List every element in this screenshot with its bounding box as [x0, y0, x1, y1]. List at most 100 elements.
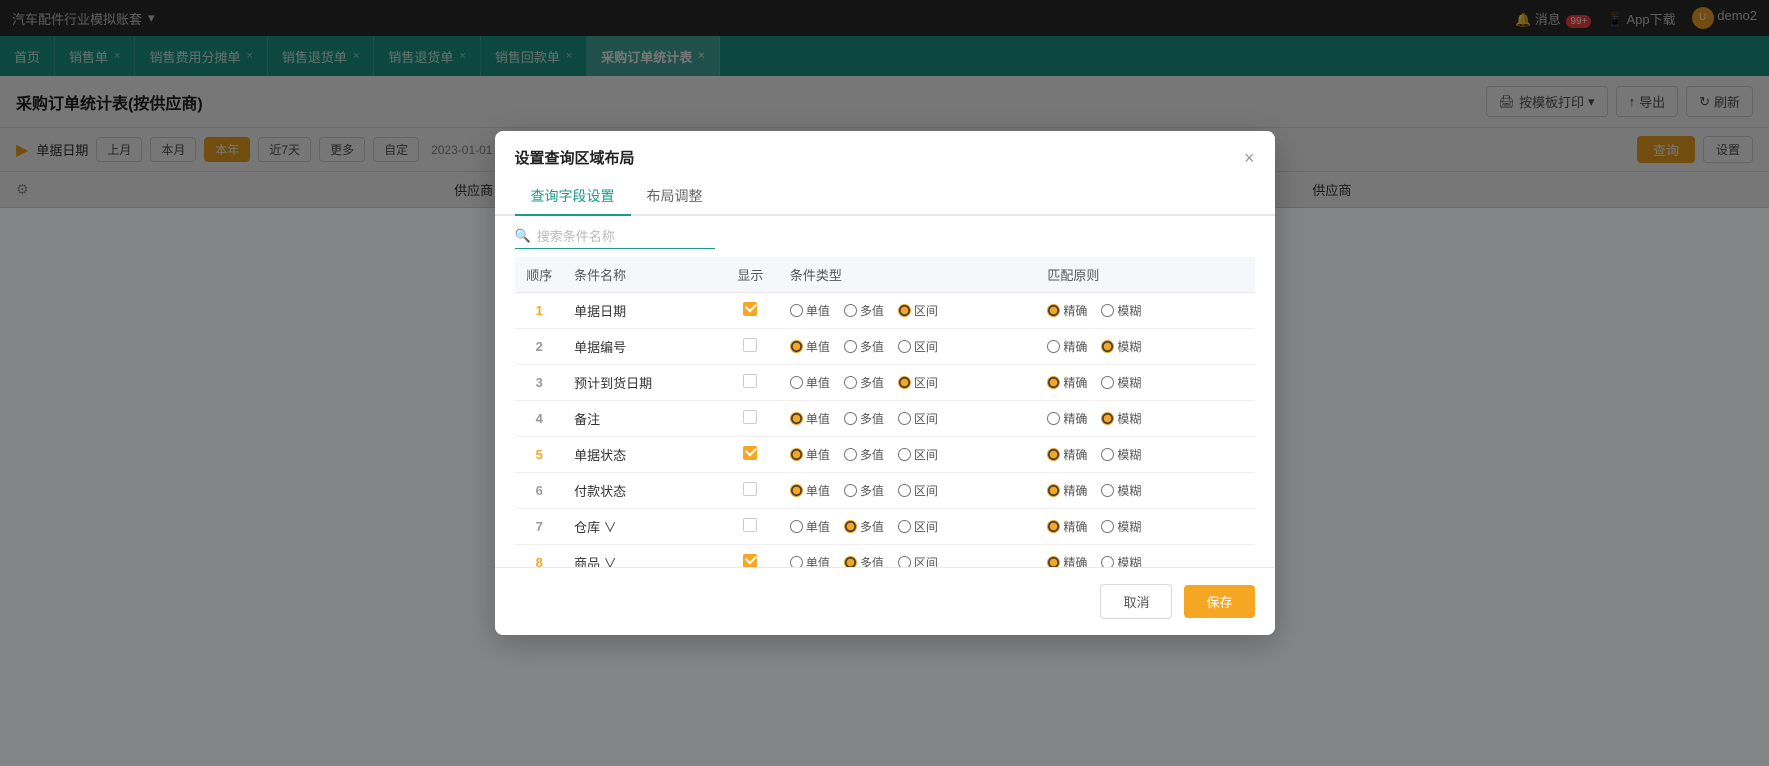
match-radio-label[interactable]: 精确 [1047, 446, 1087, 463]
match-radio-input[interactable] [1047, 520, 1060, 533]
row-type-cell: 单值多值区间 [780, 401, 1037, 437]
type-radio-input[interactable] [898, 520, 911, 533]
match-radio-input[interactable] [1101, 484, 1114, 497]
match-radio-input[interactable] [1047, 448, 1060, 461]
match-radio-label[interactable]: 模糊 [1101, 374, 1141, 391]
type-radio-label[interactable]: 多值 [844, 554, 884, 567]
type-radio-label[interactable]: 多值 [844, 338, 884, 355]
tab-query-fields[interactable]: 查询字段设置 [515, 178, 631, 216]
type-radio-label[interactable]: 多值 [844, 482, 884, 499]
modal-close-button[interactable]: × [1244, 149, 1255, 167]
type-radio-input[interactable] [898, 412, 911, 425]
type-radio-label[interactable]: 多值 [844, 410, 884, 427]
match-radio-input[interactable] [1047, 304, 1060, 317]
type-radio-input[interactable] [844, 556, 857, 567]
type-radio-input[interactable] [844, 448, 857, 461]
match-radio-label[interactable]: 模糊 [1101, 554, 1141, 567]
display-checkbox[interactable] [743, 554, 757, 567]
type-radio-input[interactable] [898, 448, 911, 461]
display-checkbox[interactable] [743, 338, 757, 352]
type-radio-input[interactable] [790, 520, 803, 533]
match-radio-label[interactable]: 模糊 [1101, 518, 1141, 535]
match-radio-input[interactable] [1047, 412, 1060, 425]
match-radio-label[interactable]: 精确 [1047, 338, 1087, 355]
type-radio-input[interactable] [844, 304, 857, 317]
tab-layout-adjust[interactable]: 布局调整 [631, 178, 719, 216]
type-radio-input[interactable] [790, 556, 803, 567]
match-radio-input[interactable] [1101, 520, 1114, 533]
type-radio-input[interactable] [844, 520, 857, 533]
type-radio-label[interactable]: 单值 [790, 374, 830, 391]
match-radio-label[interactable]: 模糊 [1101, 482, 1141, 499]
type-radio-input[interactable] [844, 340, 857, 353]
display-checkbox[interactable] [743, 482, 757, 496]
match-radio-input[interactable] [1047, 484, 1060, 497]
type-radio-label[interactable]: 多值 [844, 446, 884, 463]
match-radio-label[interactable]: 模糊 [1101, 410, 1141, 427]
type-radio-label[interactable]: 多值 [844, 374, 884, 391]
display-checkbox[interactable] [743, 446, 757, 460]
match-radio-input[interactable] [1101, 340, 1114, 353]
match-radio-label[interactable]: 精确 [1047, 410, 1087, 427]
match-radio-label[interactable]: 精确 [1047, 482, 1087, 499]
type-radio-label[interactable]: 区间 [898, 446, 938, 463]
type-radio-label[interactable]: 区间 [898, 482, 938, 499]
type-radio-input[interactable] [790, 412, 803, 425]
type-radio-label[interactable]: 单值 [790, 302, 830, 319]
conditions-table-scroll[interactable]: 顺序 条件名称 显示 条件类型 匹配原则 1单据日期单值多值区间精确模糊2单据编… [515, 257, 1255, 567]
match-radio-label[interactable]: 模糊 [1101, 302, 1141, 319]
display-checkbox[interactable] [743, 374, 757, 388]
type-radio-label[interactable]: 单值 [790, 518, 830, 535]
type-radio-input[interactable] [898, 556, 911, 567]
match-radio-label[interactable]: 模糊 [1101, 338, 1141, 355]
type-radio-label[interactable]: 单值 [790, 554, 830, 567]
row-order: 3 [515, 365, 565, 401]
type-radio-label[interactable]: 多值 [844, 302, 884, 319]
cancel-button[interactable]: 取消 [1100, 584, 1172, 619]
type-radio-option-label: 单值 [806, 302, 830, 319]
type-radio-label[interactable]: 区间 [898, 518, 938, 535]
type-radio-label[interactable]: 区间 [898, 338, 938, 355]
display-checkbox[interactable] [743, 302, 757, 316]
type-radio-input[interactable] [898, 376, 911, 389]
match-radio-input[interactable] [1047, 376, 1060, 389]
type-radio-label[interactable]: 区间 [898, 302, 938, 319]
type-radio-input[interactable] [898, 484, 911, 497]
type-radio-input[interactable] [790, 448, 803, 461]
display-checkbox[interactable] [743, 410, 757, 424]
type-radio-label[interactable]: 单值 [790, 482, 830, 499]
match-radio-label[interactable]: 模糊 [1101, 446, 1141, 463]
match-radio-input[interactable] [1101, 556, 1114, 567]
type-radio-label[interactable]: 单值 [790, 338, 830, 355]
type-radio-input[interactable] [898, 304, 911, 317]
type-radio-option-label: 多值 [860, 518, 884, 535]
match-radio-input[interactable] [1101, 412, 1114, 425]
match-radio-option-label: 精确 [1063, 302, 1087, 319]
match-radio-input[interactable] [1101, 376, 1114, 389]
type-radio-label[interactable]: 区间 [898, 410, 938, 427]
type-radio-label[interactable]: 单值 [790, 446, 830, 463]
display-checkbox[interactable] [743, 518, 757, 532]
type-radio-label[interactable]: 区间 [898, 374, 938, 391]
type-radio-input[interactable] [790, 376, 803, 389]
type-radio-label[interactable]: 多值 [844, 518, 884, 535]
type-radio-input[interactable] [790, 484, 803, 497]
match-radio-input[interactable] [1047, 340, 1060, 353]
match-radio-label[interactable]: 精确 [1047, 554, 1087, 567]
match-radio-input[interactable] [1101, 448, 1114, 461]
search-input[interactable] [537, 229, 697, 244]
match-radio-input[interactable] [1047, 556, 1060, 567]
type-radio-input[interactable] [898, 340, 911, 353]
save-button[interactable]: 保存 [1184, 585, 1254, 618]
type-radio-label[interactable]: 单值 [790, 410, 830, 427]
match-radio-label[interactable]: 精确 [1047, 302, 1087, 319]
match-radio-input[interactable] [1101, 304, 1114, 317]
match-radio-label[interactable]: 精确 [1047, 518, 1087, 535]
match-radio-label[interactable]: 精确 [1047, 374, 1087, 391]
type-radio-input[interactable] [844, 376, 857, 389]
type-radio-input[interactable] [790, 304, 803, 317]
type-radio-input[interactable] [844, 484, 857, 497]
type-radio-label[interactable]: 区间 [898, 554, 938, 567]
type-radio-input[interactable] [844, 412, 857, 425]
type-radio-input[interactable] [790, 340, 803, 353]
